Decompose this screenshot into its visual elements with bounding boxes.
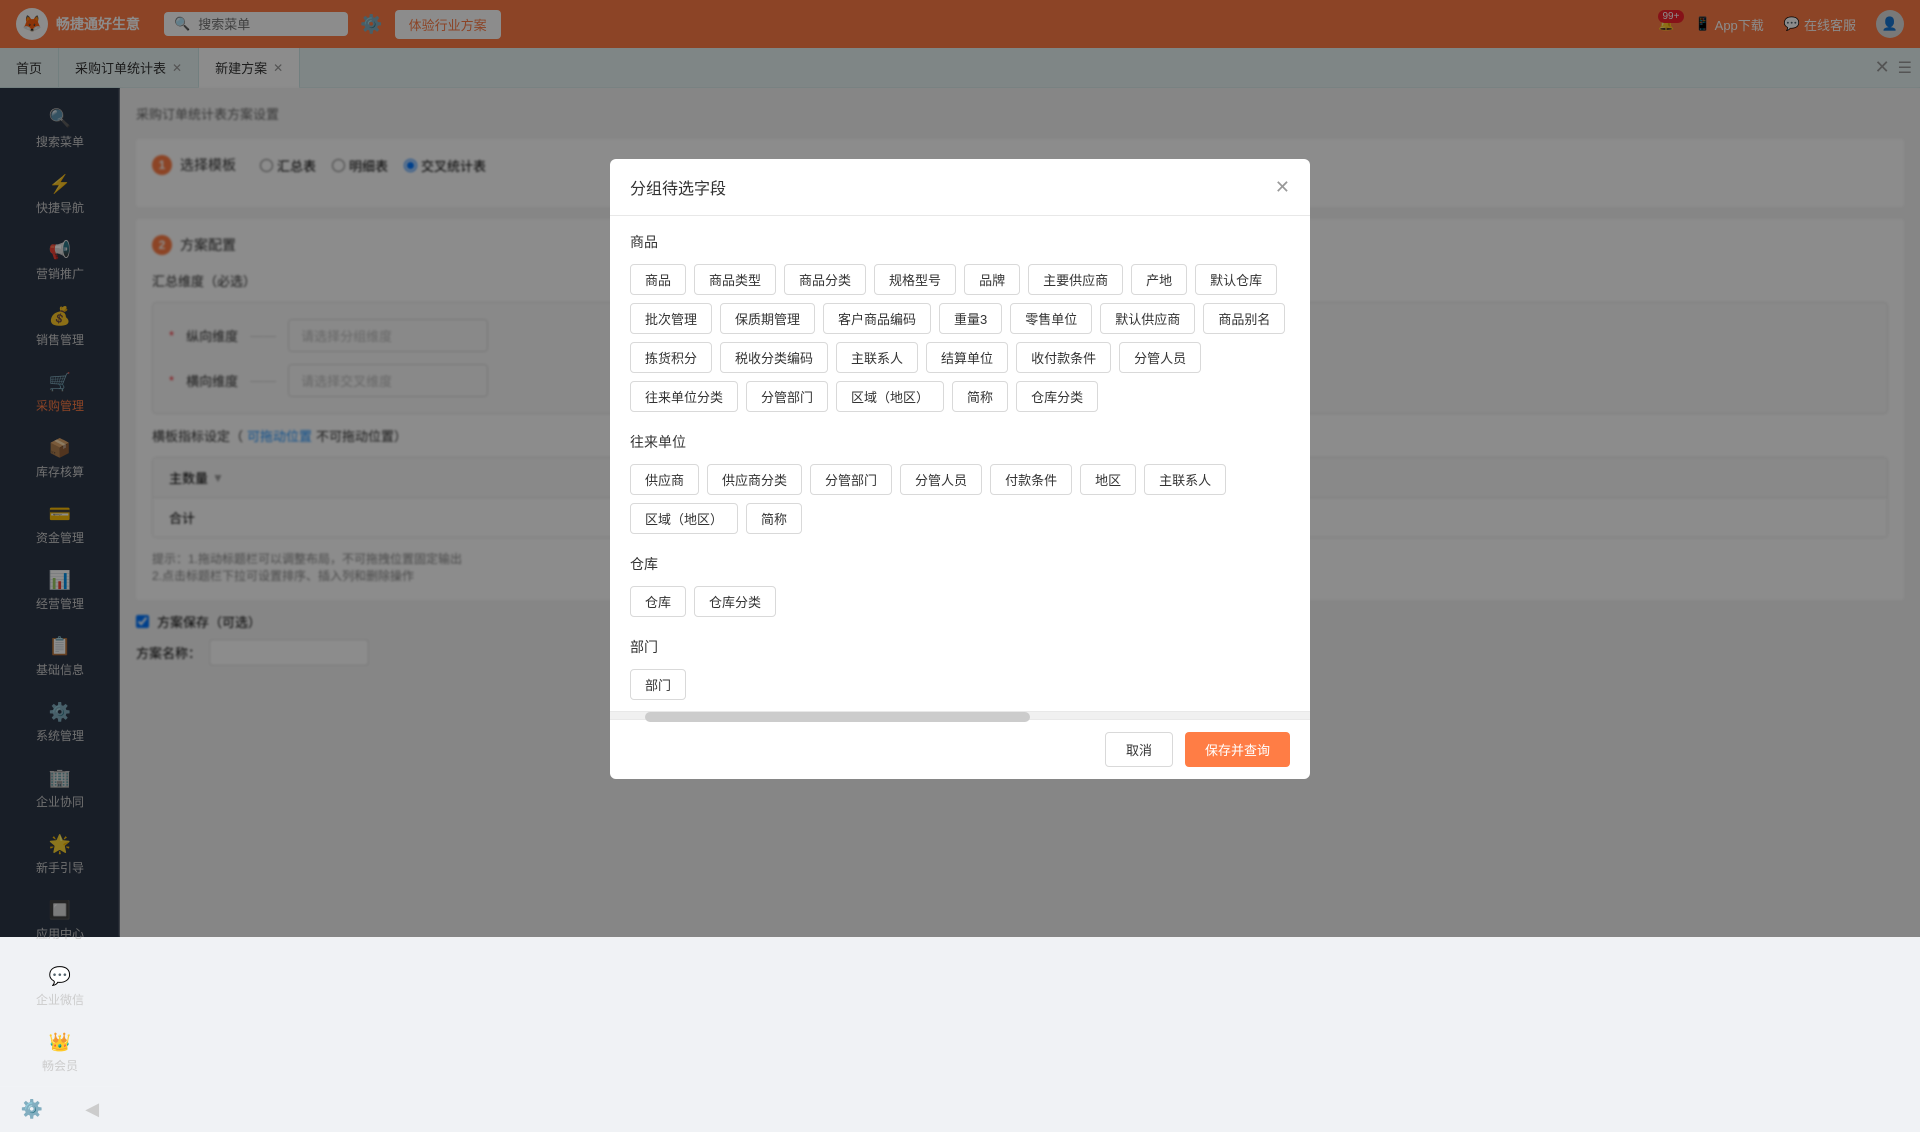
sidebar-item-member-label: 畅会员 xyxy=(42,1057,78,1074)
modal-close-button[interactable]: ✕ xyxy=(1275,178,1290,196)
field-tag-partner-category[interactable]: 往来单位分类 xyxy=(630,381,738,412)
goods-section-title: 商品 xyxy=(630,232,1290,252)
partner-field-tags: 供应商 供应商分类 分管部门 分管人员 付款条件 地区 主联系人 区域（地区） … xyxy=(630,464,1290,534)
modal-header: 分组待选字段 ✕ xyxy=(610,159,1310,216)
field-tag-origin[interactable]: 产地 xyxy=(1131,264,1187,295)
wechat-icon: 💬 xyxy=(49,966,71,987)
modal-body[interactable]: 商品 商品 商品类型 商品分类 规格型号 品牌 主要供应商 产地 默认仓库 批次… xyxy=(610,216,1310,712)
field-tag-spec-model[interactable]: 规格型号 xyxy=(874,264,956,295)
field-tag-brand[interactable]: 品牌 xyxy=(964,264,1020,295)
field-tag-person-manage[interactable]: 分管人员 xyxy=(900,464,982,495)
save-query-button[interactable]: 保存并查询 xyxy=(1185,732,1290,767)
goods-field-tags: 商品 商品类型 商品分类 规格型号 品牌 主要供应商 产地 默认仓库 批次管理 … xyxy=(630,264,1290,412)
field-tag-warehouse-category[interactable]: 仓库分类 xyxy=(1016,381,1098,412)
field-tag-region-goods[interactable]: 区域（地区） xyxy=(836,381,944,412)
field-group-warehouse: 仓库 仓库 仓库分类 xyxy=(630,554,1290,617)
field-tag-short-name-partner[interactable]: 简称 xyxy=(746,503,802,534)
warehouse-section-title: 仓库 xyxy=(630,554,1290,574)
field-tag-tax-code[interactable]: 税收分类编码 xyxy=(720,342,828,373)
field-tag-warehouse[interactable]: 仓库 xyxy=(630,586,686,617)
field-tag-goods-alias[interactable]: 商品别名 xyxy=(1203,303,1285,334)
modal-footer: 取消 保存并查询 xyxy=(610,719,1310,779)
field-tag-payment-condition[interactable]: 付款条件 xyxy=(990,464,1072,495)
field-tag-warehouse-type[interactable]: 仓库分类 xyxy=(694,586,776,617)
dept-section-title: 部门 xyxy=(630,637,1290,657)
field-tag-supplier[interactable]: 供应商 xyxy=(630,464,699,495)
field-tag-default-supplier[interactable]: 默认供应商 xyxy=(1100,303,1195,334)
field-tag-region-partner[interactable]: 区域（地区） xyxy=(630,503,738,534)
field-tag-short-name[interactable]: 简称 xyxy=(952,381,1008,412)
field-group-partner: 往来单位 供应商 供应商分类 分管部门 分管人员 付款条件 地区 主联系人 区域… xyxy=(630,432,1290,534)
field-tag-dept-manage[interactable]: 分管部门 xyxy=(810,464,892,495)
modal-hscroll-thumb[interactable] xyxy=(645,712,1030,722)
cancel-button[interactable]: 取消 xyxy=(1105,732,1173,767)
field-tag-dept[interactable]: 部门 xyxy=(630,669,686,700)
sidebar-bottom: ⚙️ ◀ xyxy=(0,1086,120,1132)
field-tag-goods-category[interactable]: 商品分类 xyxy=(784,264,866,295)
field-tag-weight3[interactable]: 重量3 xyxy=(939,303,1002,334)
sidebar-collapse-icon[interactable]: ◀ xyxy=(85,1099,99,1120)
field-tag-customer-code[interactable]: 客户商品编码 xyxy=(823,303,931,334)
field-tag-retail-unit[interactable]: 零售单位 xyxy=(1010,303,1092,334)
modal-title: 分组待选字段 xyxy=(630,175,726,199)
member-icon: 👑 xyxy=(49,1032,71,1053)
field-tag-supplier-category[interactable]: 供应商分类 xyxy=(707,464,802,495)
field-group-dept: 部门 部门 xyxy=(630,637,1290,700)
field-tag-goods[interactable]: 商品 xyxy=(630,264,686,295)
field-group-goods: 商品 商品 商品类型 商品分类 规格型号 品牌 主要供应商 产地 默认仓库 批次… xyxy=(630,232,1290,412)
modal-hscroll[interactable] xyxy=(610,711,1310,718)
sidebar-item-member[interactable]: 👑 畅会员 xyxy=(0,1020,120,1086)
field-tag-payment-terms[interactable]: 收付款条件 xyxy=(1016,342,1111,373)
field-tag-batch-mgmt[interactable]: 批次管理 xyxy=(630,303,712,334)
sidebar-settings-icon[interactable]: ⚙️ xyxy=(21,1099,43,1120)
warehouse-field-tags: 仓库 仓库分类 xyxy=(630,586,1290,617)
modal-overlay: 分组待选字段 ✕ 商品 商品 商品类型 商品分类 规格型号 品牌 主要供应商 产… xyxy=(0,0,1920,937)
sidebar-item-wechat[interactable]: 💬 企业微信 xyxy=(0,954,120,1020)
field-tag-default-warehouse[interactable]: 默认仓库 xyxy=(1195,264,1277,295)
field-tag-main-supplier[interactable]: 主要供应商 xyxy=(1028,264,1123,295)
sidebar-item-wechat-label: 企业微信 xyxy=(36,991,84,1008)
field-tag-goods-type[interactable]: 商品类型 xyxy=(694,264,776,295)
field-tag-settlement-unit[interactable]: 结算单位 xyxy=(926,342,1008,373)
field-tag-managing-dept[interactable]: 分管部门 xyxy=(746,381,828,412)
field-tag-area[interactable]: 地区 xyxy=(1080,464,1136,495)
field-select-modal: 分组待选字段 ✕ 商品 商品 商品类型 商品分类 规格型号 品牌 主要供应商 产… xyxy=(610,159,1310,779)
field-tag-expiry-mgmt[interactable]: 保质期管理 xyxy=(720,303,815,334)
field-tag-main-contact[interactable]: 主联系人 xyxy=(836,342,918,373)
partner-section-title: 往来单位 xyxy=(630,432,1290,452)
field-tag-main-contact-partner[interactable]: 主联系人 xyxy=(1144,464,1226,495)
field-tag-pick-points[interactable]: 拣货积分 xyxy=(630,342,712,373)
field-tag-manager[interactable]: 分管人员 xyxy=(1119,342,1201,373)
dept-field-tags: 部门 xyxy=(630,669,1290,700)
